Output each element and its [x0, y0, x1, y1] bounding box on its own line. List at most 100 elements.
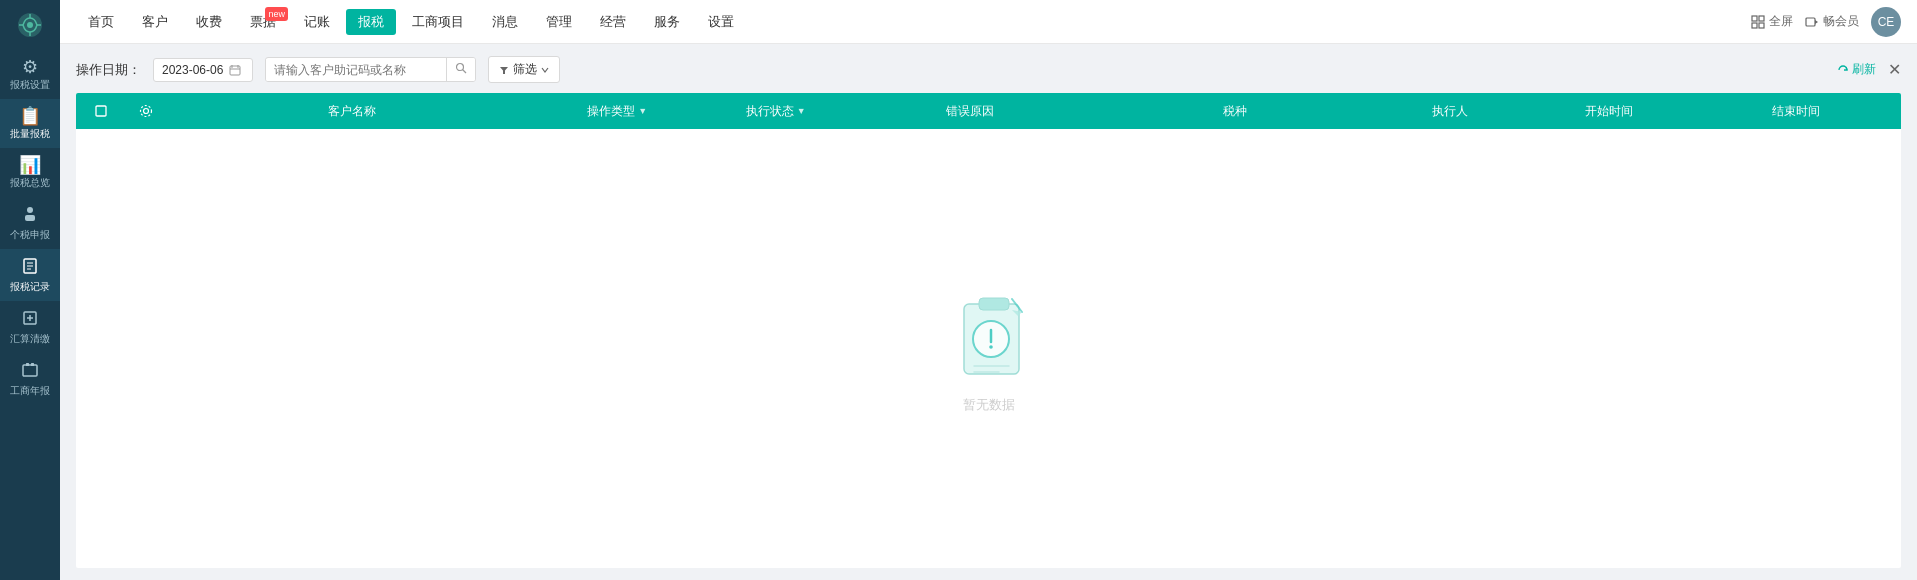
search-input[interactable] — [266, 59, 446, 81]
th-op-type[interactable]: 操作类型 ▼ — [538, 103, 696, 120]
overview-icon: 📊 — [19, 156, 41, 174]
top-nav: 首页 客户 收费 票据 new 记账 报税 工商项目 消息 管理 经营 服务 设… — [60, 0, 1917, 44]
content-panel: 操作日期： 2023-06-06 筛选 — [60, 44, 1917, 580]
page-area: 操作日期： 2023-06-06 筛选 — [60, 44, 1917, 580]
close-button[interactable]: ✕ — [1888, 60, 1901, 79]
person-tax-icon — [21, 205, 39, 226]
nav-baoshui[interactable]: 报税 — [346, 9, 396, 35]
settings-icon: ⚙ — [22, 58, 38, 76]
date-label: 操作日期： — [76, 61, 141, 79]
search-icon — [455, 62, 467, 74]
annual-report-icon — [21, 361, 39, 382]
th-start-time: 开始时间 — [1515, 103, 1702, 120]
nav-jingying[interactable]: 经营 — [588, 9, 638, 35]
empty-illustration — [949, 284, 1029, 384]
svg-rect-22 — [1806, 18, 1815, 26]
date-input[interactable]: 2023-06-06 — [153, 58, 253, 82]
sidebar-item-huisuan-jiaona[interactable]: 汇算清缴 — [0, 301, 60, 353]
refresh-label: 刷新 — [1852, 61, 1876, 78]
main-content: 首页 客户 收费 票据 new 记账 报税 工商项目 消息 管理 经营 服务 设… — [60, 0, 1917, 580]
filter-icon — [499, 65, 509, 75]
sidebar-item-label: 报税设置 — [10, 79, 50, 91]
svg-marker-23 — [1815, 20, 1818, 24]
svg-point-6 — [27, 207, 33, 213]
nav-guanli[interactable]: 管理 — [534, 9, 584, 35]
sidebar-item-baoshui-zonglan[interactable]: 📊 报税总览 — [0, 148, 60, 197]
nav-shezhi[interactable]: 设置 — [696, 9, 746, 35]
table-header: 客户名称 操作类型 ▼ 执行状态 ▼ 错误原因 税种 — [76, 93, 1901, 129]
search-box — [265, 57, 476, 82]
th-error-reason: 错误原因 — [855, 103, 1085, 120]
sidebar-item-label: 个税申报 — [10, 229, 50, 241]
sidebar-item-label: 报税记录 — [10, 281, 50, 293]
svg-rect-7 — [25, 215, 35, 221]
sidebar-item-label: 批量报税 — [10, 128, 50, 140]
nav-fuwu[interactable]: 服务 — [642, 9, 692, 35]
nav-right: 全屏 畅会员 CE — [1751, 7, 1901, 37]
toolbar-right: 刷新 ✕ — [1837, 60, 1901, 79]
app-logo — [0, 0, 60, 50]
table-container: 客户名称 操作类型 ▼ 执行状态 ▼ 错误原因 税种 — [76, 93, 1901, 568]
th-customer-name: 客户名称 — [166, 103, 538, 120]
toolbar: 操作日期： 2023-06-06 筛选 — [76, 56, 1901, 83]
svg-rect-20 — [1752, 23, 1757, 28]
svg-marker-30 — [500, 67, 508, 74]
nav-shoufei[interactable]: 收费 — [184, 9, 234, 35]
svg-line-29 — [463, 70, 467, 74]
fullscreen-icon — [1751, 15, 1765, 29]
sidebar-item-baoshui-jilu[interactable]: 报税记录 — [0, 249, 60, 301]
fullscreen-button[interactable]: 全屏 — [1751, 13, 1793, 30]
th-tax-type: 税种 — [1084, 103, 1385, 120]
th-executor: 执行人 — [1385, 103, 1515, 120]
batch-tax-icon: 📋 — [19, 107, 41, 125]
sidebar-item-label: 汇算清缴 — [10, 333, 50, 345]
th-exec-status[interactable]: 执行状态 ▼ — [696, 103, 854, 120]
nav-home[interactable]: 首页 — [76, 9, 126, 35]
avatar[interactable]: CE — [1871, 7, 1901, 37]
th-settings[interactable] — [126, 104, 166, 118]
refresh-icon — [1837, 64, 1849, 76]
empty-svg — [949, 284, 1039, 394]
nav-kehu[interactable]: 客户 — [130, 9, 180, 35]
th-checkbox[interactable] — [76, 104, 126, 118]
refresh-button[interactable]: 刷新 — [1837, 61, 1876, 78]
date-value: 2023-06-06 — [162, 63, 223, 77]
svg-point-33 — [141, 106, 152, 117]
nav-piaoju[interactable]: 票据 new — [238, 9, 288, 35]
svg-rect-17 — [31, 363, 34, 366]
svg-rect-35 — [979, 298, 1009, 310]
sidebar-item-baoshui-shezhi[interactable]: ⚙ 报税设置 — [0, 50, 60, 99]
sidebar-item-geshuishenb[interactable]: 个税申报 — [0, 197, 60, 249]
nav-jizhang[interactable]: 记账 — [292, 9, 342, 35]
search-button[interactable] — [446, 58, 475, 81]
nav-gongshang-xiangmu[interactable]: 工商项目 — [400, 9, 476, 35]
th-end-time: 结束时间 — [1702, 103, 1889, 120]
sort-icon-status: ▼ — [797, 106, 806, 116]
sidebar-item-label: 工商年报 — [10, 385, 50, 397]
svg-point-38 — [989, 345, 993, 349]
sidebar-item-piliang-baoshui[interactable]: 📋 批量报税 — [0, 99, 60, 148]
svg-point-1 — [27, 22, 33, 28]
calendar-icon — [229, 64, 241, 76]
svg-rect-16 — [26, 363, 29, 366]
svg-rect-21 — [1759, 23, 1764, 28]
video-icon — [1805, 15, 1819, 29]
sidebar-item-gongshang-nianbao[interactable]: 工商年报 — [0, 353, 60, 405]
svg-rect-15 — [23, 365, 37, 376]
chevron-down-icon — [541, 66, 549, 74]
member-button[interactable]: 畅会员 — [1805, 13, 1859, 30]
logo-icon — [15, 10, 45, 40]
svg-point-28 — [457, 64, 464, 71]
empty-text: 暂无数据 — [963, 396, 1015, 414]
svg-rect-19 — [1759, 16, 1764, 21]
filter-label: 筛选 — [513, 61, 537, 78]
svg-point-32 — [144, 109, 149, 114]
settlement-icon — [21, 309, 39, 330]
sidebar-item-label: 报税总览 — [10, 177, 50, 189]
member-label: 畅会员 — [1823, 13, 1859, 30]
empty-state: 暂无数据 — [76, 129, 1901, 568]
svg-rect-18 — [1752, 16, 1757, 21]
nav-xiaoxi[interactable]: 消息 — [480, 9, 530, 35]
sort-icon-type: ▼ — [638, 106, 647, 116]
filter-button[interactable]: 筛选 — [488, 56, 560, 83]
